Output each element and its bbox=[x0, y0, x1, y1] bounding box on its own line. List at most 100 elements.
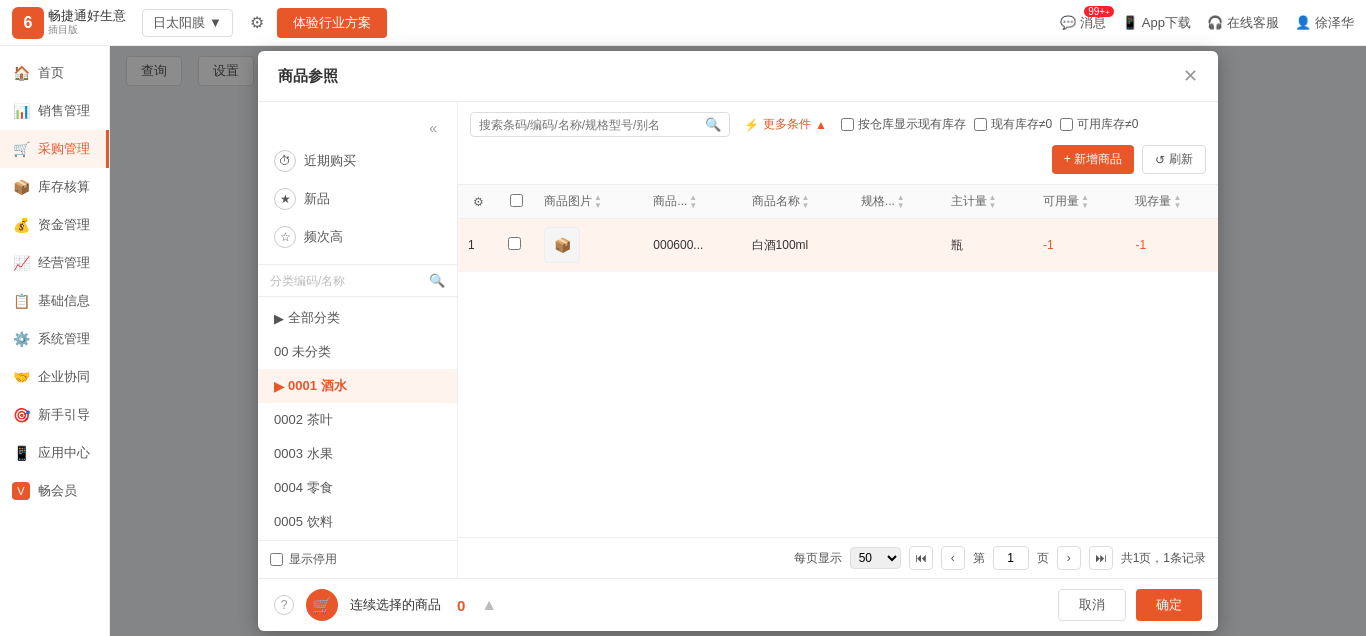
category-search-input[interactable] bbox=[270, 274, 425, 288]
th-available[interactable]: 可用量▲▼ bbox=[1033, 185, 1125, 219]
settings-icon[interactable]: ⚙ bbox=[241, 7, 273, 39]
prev-page-button[interactable]: ‹ bbox=[941, 546, 965, 570]
th-unit[interactable]: 主计量▲▼ bbox=[941, 185, 1033, 219]
page-number-input[interactable] bbox=[993, 546, 1029, 570]
next-page-button[interactable]: › bbox=[1057, 546, 1081, 570]
more-filter-label: 更多条件 bbox=[763, 116, 811, 133]
sidebar-item-guide[interactable]: 🎯 新手引导 bbox=[0, 396, 109, 434]
quick-label-frequent: 频次高 bbox=[304, 228, 343, 246]
stock-not-zero-checkbox-label[interactable]: 现有库存≠0 bbox=[974, 116, 1052, 133]
chevron-up-icon: ▲ bbox=[815, 118, 827, 132]
more-filter-button[interactable]: ⚡ 更多条件 ▲ bbox=[738, 112, 833, 137]
inventory-icon: 📦 bbox=[12, 178, 30, 196]
collapse-footer-icon[interactable]: ▲ bbox=[481, 596, 497, 614]
online-service-nav-item[interactable]: 🎧 在线客服 bbox=[1207, 14, 1279, 32]
product-search-input[interactable] bbox=[479, 118, 701, 132]
table-action-buttons: + 新增商品 ↺ 刷新 bbox=[1052, 145, 1206, 174]
sidebar-item-sales[interactable]: 📊 销售管理 bbox=[0, 92, 109, 130]
modal-header: 商品参照 ✕ bbox=[258, 51, 1218, 102]
show-disabled-area: 显示停用 bbox=[258, 540, 457, 578]
show-disabled-label[interactable]: 显示停用 bbox=[289, 551, 337, 568]
sidebar-item-apps[interactable]: 📱 应用中心 bbox=[0, 434, 109, 472]
search-icon[interactable]: 🔍 bbox=[705, 117, 721, 132]
nav-dropdown[interactable]: 日太阳膜 ▼ bbox=[142, 9, 233, 37]
app-download-nav-item[interactable]: 📱 App下载 bbox=[1122, 14, 1191, 32]
sales-icon: 📊 bbox=[12, 102, 30, 120]
category-item-snack[interactable]: 0004 零食 bbox=[258, 471, 457, 505]
app-download-label: App下载 bbox=[1142, 14, 1191, 32]
new-icon: ★ bbox=[274, 188, 296, 210]
th-product-image: 商品图片▲▼ bbox=[534, 185, 643, 219]
sidebar-item-business[interactable]: 📈 经营管理 bbox=[0, 244, 109, 282]
category-item-tea[interactable]: 0002 茶叶 bbox=[258, 403, 457, 437]
per-page-select[interactable]: 50 10 20 100 bbox=[850, 547, 901, 569]
add-product-button[interactable]: + 新增商品 bbox=[1052, 145, 1134, 174]
row-checkbox[interactable] bbox=[508, 237, 521, 250]
category-item-liquor[interactable]: ▶ 0001 酒水 bbox=[258, 369, 457, 403]
sidebar-item-home[interactable]: 🏠 首页 bbox=[0, 54, 109, 92]
sidebar-label-apps: 应用中心 bbox=[38, 444, 90, 462]
th-spec[interactable]: 规格...▲▼ bbox=[851, 185, 941, 219]
category-label-liquor: 0001 酒水 bbox=[288, 377, 347, 395]
collapse-left-button[interactable]: « bbox=[423, 114, 449, 142]
sidebar-item-enterprise[interactable]: 🤝 企业协同 bbox=[0, 358, 109, 396]
quick-item-recent[interactable]: ⏱ 近期购买 bbox=[258, 142, 457, 180]
user-name-label: 徐泽华 bbox=[1315, 14, 1354, 32]
user-nav-item[interactable]: 👤 徐泽华 bbox=[1295, 14, 1354, 32]
sidebar-label-inventory: 库存核算 bbox=[38, 178, 90, 196]
online-service-label: 在线客服 bbox=[1227, 14, 1279, 32]
experience-button[interactable]: 体验行业方案 bbox=[277, 8, 387, 38]
product-search-box: 🔍 bbox=[470, 112, 730, 137]
member-icon: V bbox=[12, 482, 30, 500]
table-row[interactable]: 1 📦 000600... 白酒100ml 瓶 bbox=[458, 219, 1218, 272]
help-icon[interactable]: ? bbox=[274, 595, 294, 615]
confirm-button[interactable]: 确定 bbox=[1136, 589, 1202, 621]
category-item-all[interactable]: ▶ 全部分类 bbox=[258, 301, 457, 335]
category-item-beverage[interactable]: 0005 饮料 bbox=[258, 505, 457, 539]
apps-icon: 📱 bbox=[12, 444, 30, 462]
th-stock[interactable]: 现存量▲▼ bbox=[1125, 185, 1218, 219]
avatar: 👤 bbox=[1295, 15, 1311, 30]
first-page-button[interactable]: ⏮ bbox=[909, 546, 933, 570]
sidebar-item-member[interactable]: V 畅会员 bbox=[0, 472, 109, 510]
available-not-zero-checkbox-label[interactable]: 可用库存≠0 bbox=[1060, 116, 1138, 133]
cell-unit: 瓶 bbox=[941, 219, 1033, 272]
by-warehouse-checkbox-label[interactable]: 按仓库显示现有库存 bbox=[841, 116, 966, 133]
sidebar-item-finance[interactable]: 💰 资金管理 bbox=[0, 206, 109, 244]
category-label-beverage: 0005 饮料 bbox=[274, 513, 333, 531]
category-item-uncategorized[interactable]: 00 未分类 bbox=[258, 335, 457, 369]
quick-item-frequent[interactable]: ☆ 频次高 bbox=[258, 218, 457, 256]
show-disabled-checkbox[interactable] bbox=[270, 553, 283, 566]
cancel-button[interactable]: 取消 bbox=[1058, 589, 1126, 621]
th-settings[interactable]: ⚙ bbox=[458, 185, 498, 219]
refresh-label: 刷新 bbox=[1169, 151, 1193, 168]
message-nav-item[interactable]: 💬 消息 99++ bbox=[1060, 14, 1106, 32]
cell-checkbox[interactable] bbox=[498, 219, 534, 272]
th-checkbox[interactable] bbox=[498, 185, 534, 219]
sidebar-item-inventory[interactable]: 📦 库存核算 bbox=[0, 168, 109, 206]
modal-close-button[interactable]: ✕ bbox=[1183, 65, 1198, 87]
modal-left-panel: « ⏱ 近期购买 ★ 新品 ☆ bbox=[258, 102, 458, 578]
sidebar-item-purchase[interactable]: 🛒 采购管理 bbox=[0, 130, 109, 168]
th-product-code[interactable]: 商品...▲▼ bbox=[643, 185, 741, 219]
last-page-button[interactable]: ⏭ bbox=[1089, 546, 1113, 570]
sidebar-item-system[interactable]: ⚙️ 系统管理 bbox=[0, 320, 109, 358]
edition-label: 插目版 bbox=[48, 23, 126, 37]
refresh-button[interactable]: ↺ 刷新 bbox=[1142, 145, 1206, 174]
category-item-fruit[interactable]: 0003 水果 bbox=[258, 437, 457, 471]
available-not-zero-checkbox[interactable] bbox=[1060, 118, 1073, 131]
sidebar-item-basic-info[interactable]: 📋 基础信息 bbox=[0, 282, 109, 320]
category-search-icon[interactable]: 🔍 bbox=[429, 273, 445, 288]
stock-not-zero-checkbox[interactable] bbox=[974, 118, 987, 131]
main-content: 查询 设置 商品参照 ✕ « bbox=[110, 46, 1366, 636]
cell-available: -1 bbox=[1033, 219, 1125, 272]
modal-body: « ⏱ 近期购买 ★ 新品 ☆ bbox=[258, 102, 1218, 578]
basic-info-icon: 📋 bbox=[12, 292, 30, 310]
quick-menu: « ⏱ 近期购买 ★ 新品 ☆ bbox=[258, 102, 457, 265]
select-all-checkbox[interactable] bbox=[510, 194, 523, 207]
by-warehouse-checkbox[interactable] bbox=[841, 118, 854, 131]
quick-item-new[interactable]: ★ 新品 bbox=[258, 180, 457, 218]
th-product-name[interactable]: 商品名称▲▼ bbox=[742, 185, 851, 219]
product-reference-modal: 商品参照 ✕ « ⏱ 近期购买 bbox=[258, 51, 1218, 631]
guide-icon: 🎯 bbox=[12, 406, 30, 424]
